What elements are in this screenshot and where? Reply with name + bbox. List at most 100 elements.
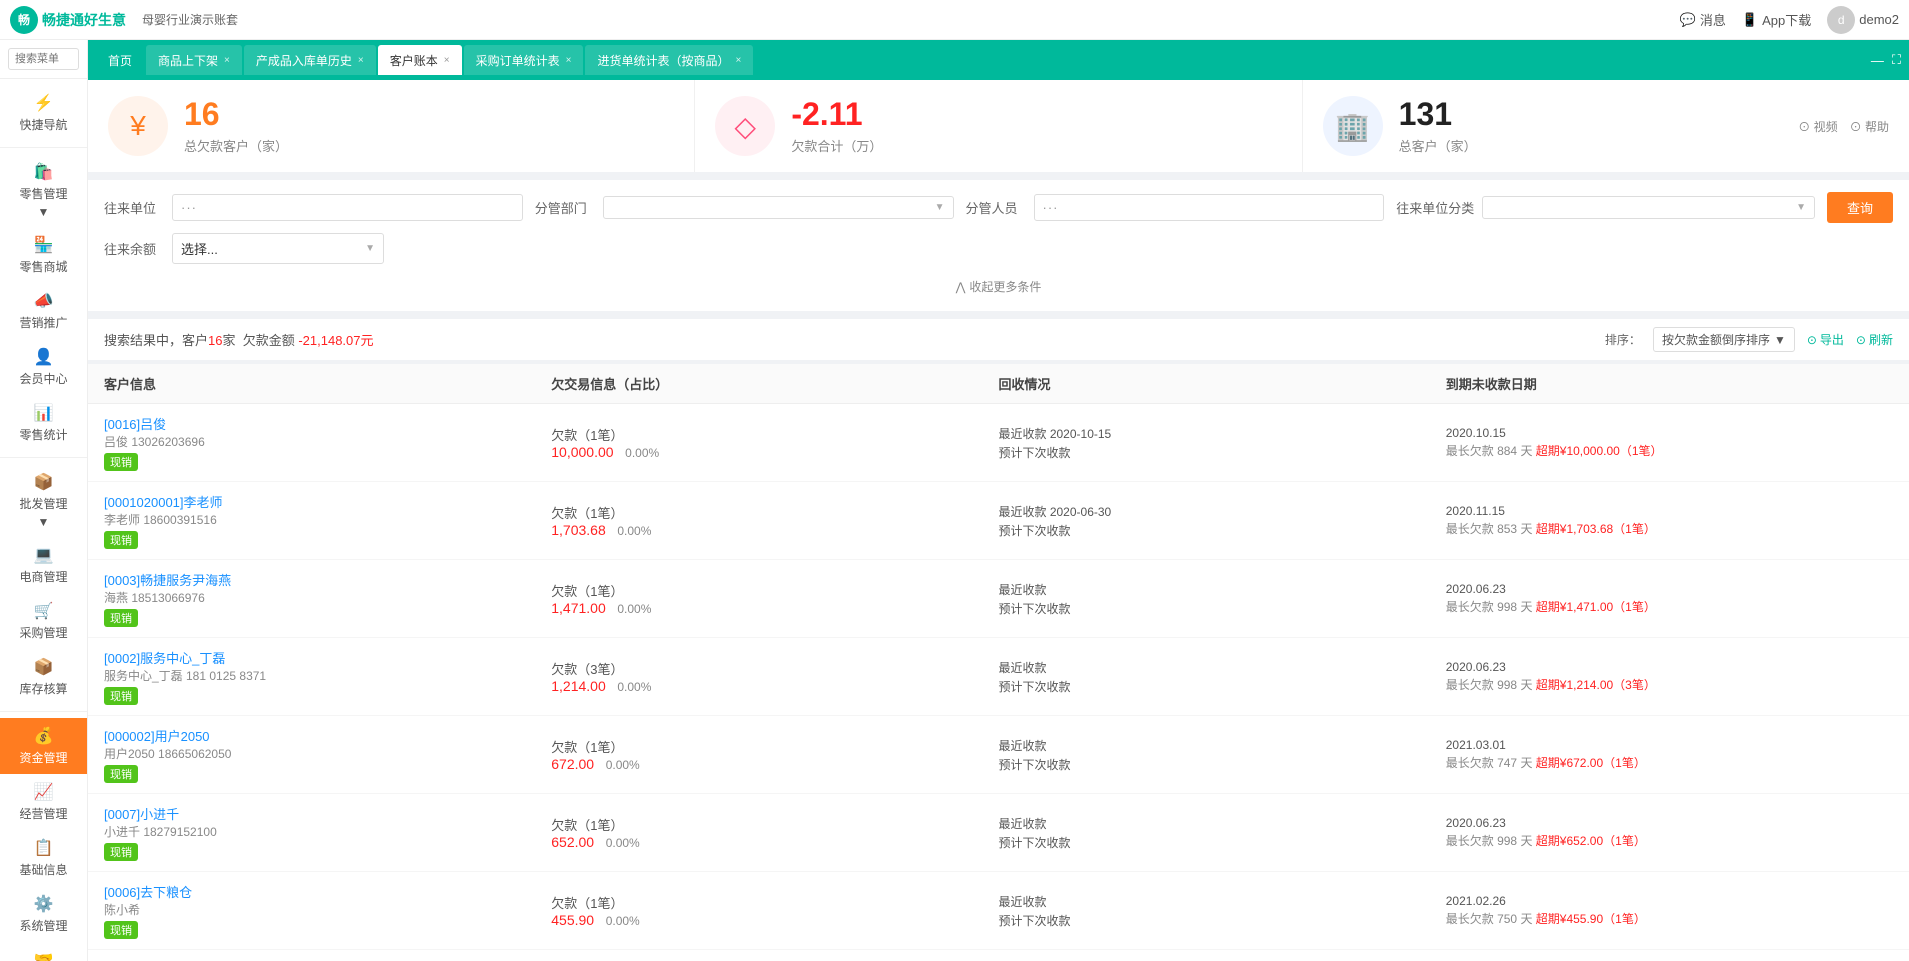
overdue-link-2[interactable]: 超期¥1,703.68（1笔） (1536, 522, 1656, 536)
overdue-link-3[interactable]: 超期¥1,471.00（1笔） (1536, 600, 1656, 614)
retail-label: 零售管理 (19, 185, 67, 202)
sort-chevron: ▼ (1774, 333, 1786, 347)
from-unit-input[interactable]: ··· (172, 194, 523, 221)
debt-ratio-2: 0.00% (617, 524, 651, 538)
table-row: [0001020001]李老师 李老师 18600391516 现销 欠款（1笔… (88, 482, 1909, 560)
due-date-2: 2020.11.15 (1446, 504, 1893, 518)
app-download-button[interactable]: 📱 App下载 (1742, 10, 1811, 29)
refresh-icon: ⊙ (1856, 333, 1866, 347)
sidebar-fast-nav: ⚡ 快捷导航 (0, 79, 87, 148)
person-input[interactable]: ··· (1034, 194, 1385, 221)
tab-incoming-stats[interactable]: 进货单统计表（按商品） × (585, 45, 753, 75)
search-input[interactable] (8, 48, 79, 70)
overdue-link-1[interactable]: 超期¥10,000.00（1笔） (1536, 444, 1663, 458)
tab-product-history-close[interactable]: × (358, 55, 364, 66)
message-button[interactable]: 💬 消息 (1680, 10, 1726, 29)
debtors-label: 总欠款客户（家） (184, 136, 288, 155)
overdue-link-6[interactable]: 超期¥652.00（1笔） (1536, 834, 1646, 848)
overdue-link-4[interactable]: 超期¥1,214.00（3笔） (1536, 678, 1656, 692)
export-button[interactable]: ⊙ 导出 (1807, 331, 1844, 348)
member-icon: 👤 (34, 347, 54, 367)
tab-customer-account[interactable]: 客户账本 × (378, 45, 462, 75)
help-link[interactable]: ⊙ 帮助 (1850, 118, 1889, 135)
debt-amount-3: 1,471.00 (551, 600, 606, 616)
sidebar-item-wholesale[interactable]: 📦 批发管理 ▼ (0, 464, 87, 537)
sidebar-item-retail-stats[interactable]: 📊 零售统计 (0, 395, 87, 451)
customer-name-3[interactable]: [0003]畅捷服务尹海燕 (104, 570, 551, 589)
tab-customer-account-close[interactable]: × (444, 55, 450, 66)
debt-amount-row-5: 672.00 0.00% (551, 756, 998, 772)
balance-select[interactable]: 选择... ▼ (172, 233, 384, 264)
sort-select[interactable]: 按欠款金额倒序排序 ▼ (1653, 327, 1795, 352)
video-link[interactable]: ⊙ 视频 (1798, 118, 1837, 135)
tab-purchase-stats[interactable]: 采购订单统计表 × (464, 45, 584, 75)
total-customers-info: 131 总客户（家） (1399, 97, 1477, 155)
sidebar-search[interactable] (0, 40, 87, 79)
debt-amount-row-1: 10,000.00 0.00% (551, 444, 998, 460)
tab-collapse-icon[interactable]: — (1871, 53, 1884, 68)
customer-name-4[interactable]: [0002]服务中心_丁磊 (104, 648, 551, 667)
tab-product-onoff-close[interactable]: × (224, 55, 230, 66)
last-collect-5: 最近收款 (999, 737, 1446, 754)
customer-name-7[interactable]: [0006]去下粮仓 (104, 882, 551, 901)
tab-purchase-stats-close[interactable]: × (566, 55, 572, 66)
sidebar-item-finance[interactable]: 💰 资金管理 (0, 718, 87, 774)
sidebar-item-ecommerce[interactable]: 💻 电商管理 (0, 537, 87, 593)
sidebar-item-retail-mall[interactable]: 🏪 零售商城 (0, 227, 87, 283)
logo-text: 畅捷通好生意 (42, 10, 126, 30)
collapse-button[interactable]: ⋀ 收起更多条件 (956, 278, 1042, 295)
debt-cell-5: 欠款（1笔） 672.00 0.00% (551, 737, 998, 772)
retail-icon: 🛍️ (34, 162, 54, 182)
refresh-button[interactable]: ⊙ 刷新 (1856, 331, 1893, 348)
tab-home[interactable]: 首页 (96, 45, 144, 75)
customer-id-3: 海燕 18513066976 (104, 589, 551, 606)
query-button[interactable]: 查询 (1827, 192, 1893, 223)
table-container: 客户信息 欠交易信息（占比） 回收情况 到期未收款日期 [0016]吕俊 吕俊 … (88, 364, 1909, 961)
fastnav-icon: ⚡ (34, 93, 54, 113)
unit-type-select[interactable]: ▼ (1482, 196, 1815, 219)
tab-expand-icon[interactable]: ⛶ (1892, 52, 1901, 68)
overdue-link-7[interactable]: 超期¥455.90（1笔） (1536, 912, 1646, 926)
user-menu[interactable]: d demo2 (1827, 6, 1899, 34)
customer-name-5[interactable]: [000002]用户2050 (104, 726, 551, 745)
ecommerce-label: 电商管理 (19, 568, 67, 585)
debt-ratio-6: 0.00% (606, 836, 640, 850)
debt-amount-1: 10,000.00 (551, 444, 613, 460)
tab-product-onoff[interactable]: 商品上下架 × (146, 45, 242, 75)
due-date-7: 2021.02.26 (1446, 894, 1893, 908)
inventory-label: 库存核算 (19, 680, 67, 697)
sidebar-item-fastnav[interactable]: ⚡ 快捷导航 (0, 85, 87, 141)
overdue-link-5[interactable]: 超期¥672.00（1笔） (1536, 756, 1646, 770)
customer-name-6[interactable]: [0007]小进千 (104, 804, 551, 823)
debt-ratio-4: 0.00% (617, 680, 651, 694)
member-label: 会员中心 (19, 370, 67, 387)
result-info: 搜索结果中，客户16家 欠款金额 -21,148.07元 (104, 330, 374, 349)
sidebar-item-system[interactable]: ⚙️ 系统管理 (0, 886, 87, 942)
sidebar-item-retail-manage[interactable]: 🛍️ 零售管理 ▼ (0, 154, 87, 227)
balance-value: 选择... (181, 239, 218, 258)
sidebar-item-collab[interactable]: 🤝 企业协同 (0, 942, 87, 961)
col-customer-info: 客户信息 (104, 374, 551, 393)
customer-name-1[interactable]: [0016]吕俊 (104, 414, 551, 433)
sidebar-item-marketing[interactable]: 📣 营销推广 (0, 283, 87, 339)
table-row: [0006]去下粮仓 陈小希 现销 欠款（1笔） 455.90 0.00% (88, 872, 1909, 950)
person-dots: ··· (1043, 200, 1059, 215)
tab-incoming-stats-close[interactable]: × (735, 55, 741, 66)
total-customers-number: 131 (1399, 97, 1477, 132)
department-select[interactable]: ▼ (603, 196, 954, 219)
message-icon: 💬 (1680, 12, 1696, 28)
sidebar-item-operations[interactable]: 📈 经营管理 (0, 774, 87, 830)
overdue-cell-4: 2020.06.23 最长欠款 998 天 超期¥1,214.00（3笔） (1446, 660, 1893, 693)
customer-name-2[interactable]: [0001020001]李老师 (104, 492, 551, 511)
tab-product-history[interactable]: 产成品入库单历史 × (244, 45, 376, 75)
sidebar-item-purchase[interactable]: 🛒 采购管理 (0, 593, 87, 649)
customer-id-5: 用户2050 18665062050 (104, 745, 551, 762)
logo[interactable]: 畅 畅捷通好生意 (10, 6, 126, 34)
summary-row: ¥ 16 总欠款客户（家） ◇ -2.11 欠款合计（万） (88, 80, 1909, 172)
overdue-days-5: 最长欠款 747 天 超期¥672.00（1笔） (1446, 754, 1893, 771)
sidebar-item-member[interactable]: 👤 会员中心 (0, 339, 87, 395)
sidebar-item-basic-info[interactable]: 📋 基础信息 (0, 830, 87, 886)
summary-card-debt-total: ◇ -2.11 欠款合计（万） (695, 80, 1302, 172)
sidebar-item-inventory[interactable]: 📦 库存核算 (0, 649, 87, 705)
table-row: [0003]畅捷服务尹海燕 海燕 18513066976 现销 欠款（1笔） 1… (88, 560, 1909, 638)
